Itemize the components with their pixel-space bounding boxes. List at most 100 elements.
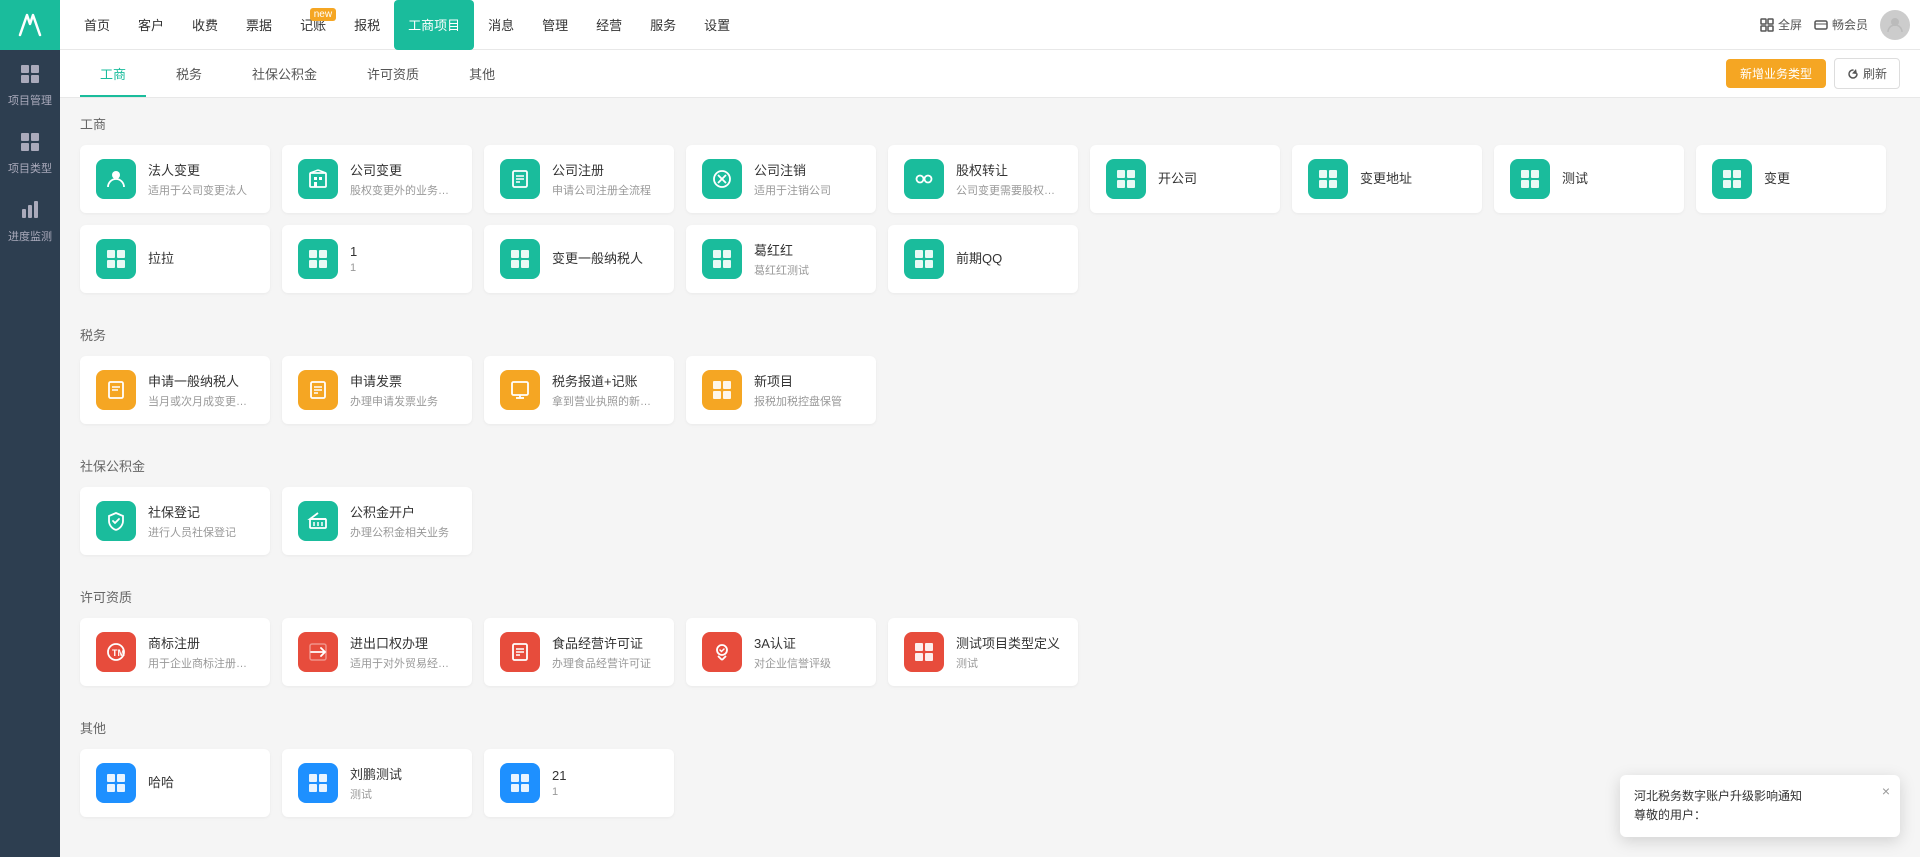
fullscreen-btn[interactable]: 全屏 xyxy=(1760,16,1802,33)
card-icon-xin-xiangmu xyxy=(702,370,742,410)
sidebar: 项目管理 项目类型 进度监测 xyxy=(0,0,60,857)
card-ceshi-xiangmu[interactable]: 测试项目类型定义 测试 xyxy=(888,618,1078,686)
card-info-shenqing-fapiao: 申请发票 办理申请发票业务 xyxy=(350,371,456,409)
card-gongjijin-kaika[interactable]: 公积金开户 办理公积金相关业务 xyxy=(282,487,472,555)
card-name-biangeng2: 变更 xyxy=(1764,168,1870,187)
section-title-gongshang: 工商 xyxy=(80,114,1900,133)
card-xin-xiangmu[interactable]: 新项目 报税加税控盘保管 xyxy=(686,356,876,424)
avatar[interactable] xyxy=(1880,10,1910,40)
card-mhong[interactable]: 葛红红 葛红红测试 xyxy=(686,225,876,293)
card-faren-biangeng[interactable]: 法人变更 适用于公司变更法人 xyxy=(80,145,270,213)
card-biangeng2[interactable]: 变更 xyxy=(1696,145,1886,213)
card-lala[interactable]: 拉拉 xyxy=(80,225,270,293)
new-type-button[interactable]: 新增业务类型 xyxy=(1726,59,1826,88)
card-name-gongsi-biangeng: 公司变更 xyxy=(350,160,456,179)
card-one[interactable]: 1 1 xyxy=(282,225,472,293)
card-name-ceshi-xiangmu: 测试项目类型定义 xyxy=(956,633,1062,652)
card-name-liupeng-ceshi: 刘鹏测试 xyxy=(350,764,456,783)
card-name-guquan-zhuanrang: 股权转让 xyxy=(956,160,1062,179)
tab-gongshang[interactable]: 工商 xyxy=(80,50,146,97)
card-ceshi[interactable]: 测试 xyxy=(1494,145,1684,213)
tab-xuke[interactable]: 许可资质 xyxy=(347,50,439,97)
card-desc-shuiwu-baodao: 拿到营业执照的新公司 xyxy=(552,393,658,409)
card-name-twenty-one: 21 xyxy=(552,768,658,783)
card-gongsi-zhuce[interactable]: 公司注册 申请公司注册全流程 xyxy=(484,145,674,213)
nav-settings[interactable]: 设置 xyxy=(690,0,744,50)
card-guquan-zhuanrang[interactable]: 股权转让 公司变更需要股权转让 xyxy=(888,145,1078,213)
card-shenqing-fapiao[interactable]: 申请发票 办理申请发票业务 xyxy=(282,356,472,424)
nav-customer[interactable]: 客户 xyxy=(124,0,178,50)
card-haha[interactable]: 哈哈 xyxy=(80,749,270,817)
card-info-shangbiao-zhuce: 商标注册 用于企业商标注册服务 xyxy=(148,633,254,671)
card-shangbiao-zhuce[interactable]: TM 商标注册 用于企业商标注册服务 xyxy=(80,618,270,686)
nav-message[interactable]: 消息 xyxy=(474,0,528,50)
card-info-gongsi-biangeng: 公司变更 股权变更外的业务变更 xyxy=(350,160,456,198)
card-name-shenqing-fapiao: 申请发票 xyxy=(350,371,456,390)
card-biangeng-dizhi[interactable]: 变更地址 xyxy=(1292,145,1482,213)
card-shuiwu-baodao[interactable]: 税务报道+记账 拿到营业执照的新公司 xyxy=(484,356,674,424)
section-shuiwu: 税务 申请一般纳税人 当月或次月成变更完成 申请发票 办理申请发票业务 xyxy=(60,309,1920,424)
cards-grid-xuke: TM 商标注册 用于企业商标注册服务 进出口权办理 适用于对外贸易经营者 xyxy=(80,618,1900,686)
card-desc-shenqing-fapiao: 办理申请发票业务 xyxy=(350,393,456,409)
card-shipin-jingying[interactable]: 食品经营许可证 办理食品经营许可证 xyxy=(484,618,674,686)
card-icon-jinchukou xyxy=(298,632,338,672)
card-kai-gongsi[interactable]: 开公司 xyxy=(1090,145,1280,213)
nav-operation[interactable]: 经营 xyxy=(582,0,636,50)
card-name-lala: 拉拉 xyxy=(148,248,254,267)
card-icon-shipin-jingying xyxy=(500,632,540,672)
card-info-3a-renzheng: 3A认证 对企业信誉评级 xyxy=(754,633,860,671)
card-info-jinchukou: 进出口权办理 适用于对外贸易经营者 xyxy=(350,633,456,671)
card-name-shangbiao-zhuce: 商标注册 xyxy=(148,633,254,652)
nav-tax-report[interactable]: 报税 xyxy=(340,0,394,50)
card-icon-gongsi-zhuxiao xyxy=(702,159,742,199)
card-desc-twenty-one: 1 xyxy=(552,786,658,798)
card-liupeng-ceshi[interactable]: 刘鹏测试 测试 xyxy=(282,749,472,817)
card-shebao-dengji[interactable]: 社保登记 进行人员社保登记 xyxy=(80,487,270,555)
nav-ticket[interactable]: 票据 xyxy=(232,0,286,50)
card-name-gongjijin-kaika: 公积金开户 xyxy=(350,502,456,521)
card-info-faren-biangeng: 法人变更 适用于公司变更法人 xyxy=(148,160,254,198)
card-info-gongsi-zhuxiao: 公司注销 适用于注销公司 xyxy=(754,160,860,198)
nav-service[interactable]: 服务 xyxy=(636,0,690,50)
card-desc-gongsi-zhuxiao: 适用于注销公司 xyxy=(754,182,860,198)
tab-other[interactable]: 其他 xyxy=(449,50,515,97)
nav-industry[interactable]: 工商项目 xyxy=(394,0,474,50)
card-icon-shuiwu-baodao xyxy=(500,370,540,410)
refresh-button[interactable]: 刷新 xyxy=(1834,58,1900,89)
card-desc-guquan-zhuanrang: 公司变更需要股权转让 xyxy=(956,182,1062,198)
vip-btn[interactable]: 畅会员 xyxy=(1814,16,1868,33)
cards-grid-shuiwu: 申请一般纳税人 当月或次月成变更完成 申请发票 办理申请发票业务 税务报道+记账… xyxy=(80,356,1900,424)
sidebar-item-project-manage[interactable]: 项目管理 xyxy=(0,50,60,118)
main-area: 首页 客户 收费 票据 记账 new 报税 工商项目 消息 管理 经营 服务 设… xyxy=(60,0,1920,857)
nav-bookkeeping[interactable]: 记账 new xyxy=(286,0,340,50)
sidebar-item-progress-monitor[interactable]: 进度监测 xyxy=(0,186,60,254)
card-icon-gongsi-zhuce xyxy=(500,159,540,199)
card-biangeng-yiban[interactable]: 变更一般纳税人 xyxy=(484,225,674,293)
card-gongsi-zhuxiao[interactable]: 公司注销 适用于注销公司 xyxy=(686,145,876,213)
tab-shuiwu[interactable]: 税务 xyxy=(156,50,222,97)
card-qianqi-qq[interactable]: 前期QQ xyxy=(888,225,1078,293)
card-icon-twenty-one xyxy=(500,763,540,803)
card-icon-gongjijin-kaika xyxy=(298,501,338,541)
card-desc-shipin-jingying: 办理食品经营许可证 xyxy=(552,655,658,671)
card-info-shebao-dengji: 社保登记 进行人员社保登记 xyxy=(148,502,254,540)
card-3a-renzheng[interactable]: 3A认证 对企业信誉评级 xyxy=(686,618,876,686)
card-twenty-one[interactable]: 21 1 xyxy=(484,749,674,817)
card-desc-one: 1 xyxy=(350,262,456,274)
notification-close-btn[interactable]: × xyxy=(1882,783,1890,799)
card-info-haha: 哈哈 xyxy=(148,772,254,794)
sidebar-item-project-type[interactable]: 项目类型 xyxy=(0,118,60,186)
card-name-faren-biangeng: 法人变更 xyxy=(148,160,254,179)
card-gongsi-biangeng[interactable]: 公司变更 股权变更外的业务变更 xyxy=(282,145,472,213)
card-shenqing-yiban[interactable]: 申请一般纳税人 当月或次月成变更完成 xyxy=(80,356,270,424)
nav-collection[interactable]: 收费 xyxy=(178,0,232,50)
card-name-ceshi: 测试 xyxy=(1562,168,1668,187)
card-info-kai-gongsi: 开公司 xyxy=(1158,168,1264,190)
card-name-shuiwu-baodao: 税务报道+记账 xyxy=(552,371,658,390)
card-name-shenqing-yiban: 申请一般纳税人 xyxy=(148,371,254,390)
tab-shebao[interactable]: 社保公积金 xyxy=(232,50,337,97)
nav-manage[interactable]: 管理 xyxy=(528,0,582,50)
card-desc-gongsi-zhuce: 申请公司注册全流程 xyxy=(552,182,658,198)
nav-home[interactable]: 首页 xyxy=(70,0,124,50)
card-jinchukou[interactable]: 进出口权办理 适用于对外贸易经营者 xyxy=(282,618,472,686)
